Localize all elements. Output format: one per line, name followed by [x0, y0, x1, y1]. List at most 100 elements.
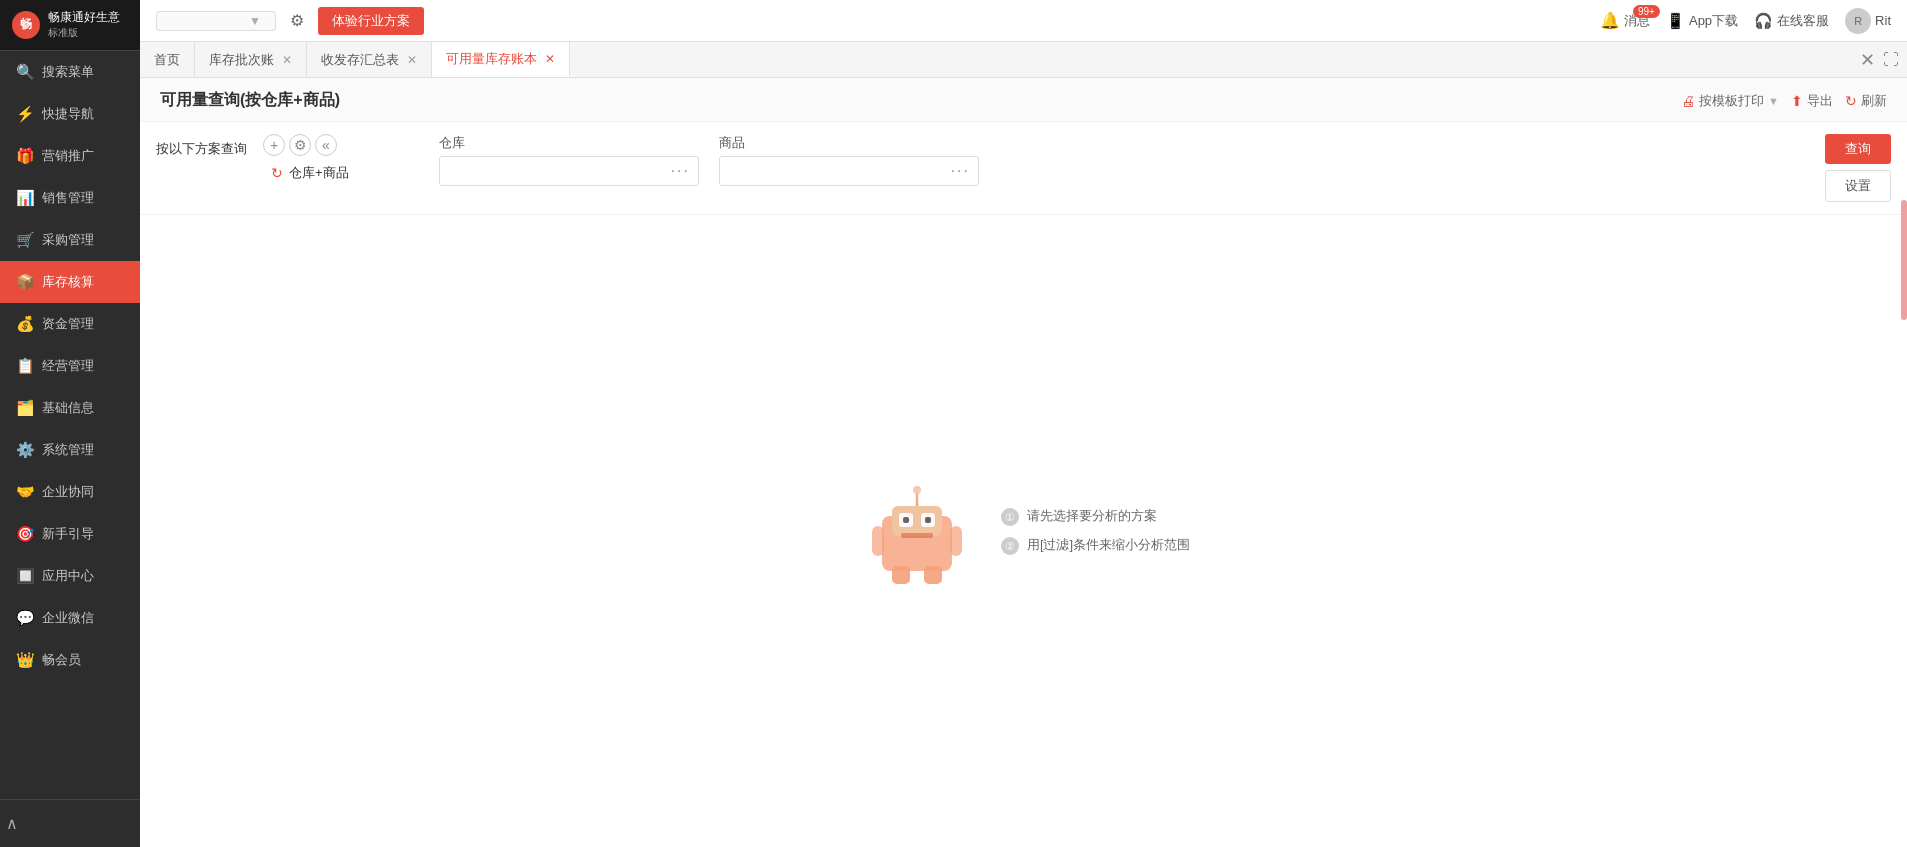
- print-button[interactable]: 🖨 按模板打印 ▼: [1681, 92, 1779, 110]
- app-logo: 畅: [12, 11, 40, 39]
- header-right: 🔔 消息 99+ 📱 App下载 🎧 在线客服 R Rit: [1600, 8, 1891, 34]
- refresh-label: 刷新: [1861, 92, 1887, 110]
- sidebar-item-finance[interactable]: 💰 资金管理: [0, 303, 140, 345]
- product-input[interactable]: [728, 164, 945, 179]
- tab-available-account-close[interactable]: ✕: [545, 52, 555, 66]
- tab-collect-account-close[interactable]: ✕: [407, 53, 417, 67]
- edit-scheme-button[interactable]: ⚙: [289, 134, 311, 156]
- sidebar-item-label: 快捷导航: [42, 105, 94, 123]
- svg-rect-7: [872, 526, 884, 556]
- empty-tip-2: ② 用[过滤]条件来缩小分析范围: [1001, 536, 1190, 555]
- cart-icon: 🛒: [16, 231, 34, 249]
- tab-bar-expand-button[interactable]: ⛶: [1883, 51, 1899, 69]
- add-scheme-button[interactable]: +: [263, 134, 285, 156]
- filter-fields: 仓库 ··· 商品 ···: [439, 134, 1809, 186]
- header-left: ▼ ⚙ 体验行业方案: [156, 7, 424, 35]
- sidebar-item-label: 经营管理: [42, 357, 94, 375]
- industry-solution-button[interactable]: 体验行业方案: [318, 7, 424, 35]
- headset-icon: 🎧: [1754, 12, 1773, 30]
- sidebar-item-search[interactable]: 🔍 搜索菜单: [0, 51, 140, 93]
- tab-batch-account-close[interactable]: ✕: [282, 53, 292, 67]
- tab-collect-account[interactable]: 收发存汇总表 ✕: [307, 42, 432, 77]
- scheme-item-label: 仓库+商品: [289, 164, 349, 182]
- search-icon: 🔍: [16, 63, 34, 81]
- sidebar-item-shortcut[interactable]: ⚡ 快捷导航: [0, 93, 140, 135]
- tab-batch-account[interactable]: 库存批次账 ✕: [195, 42, 307, 77]
- tab-available-account[interactable]: 可用量库存账本 ✕: [432, 42, 570, 77]
- mobile-icon: 📱: [1666, 12, 1685, 30]
- sidebar-item-guide[interactable]: 🎯 新手引导: [0, 513, 140, 555]
- product-more-icon[interactable]: ···: [951, 162, 970, 180]
- filter-schemes: + ⚙ « ↻ 仓库+商品: [263, 134, 423, 186]
- tab-home[interactable]: 首页: [140, 42, 195, 77]
- tab-available-account-label: 可用量库存账本: [446, 50, 537, 68]
- warehouse-field-label: 仓库: [439, 134, 699, 152]
- sidebar-item-purchase[interactable]: 🛒 采购管理: [0, 219, 140, 261]
- user-item[interactable]: R Rit: [1845, 8, 1891, 34]
- tab-bar-close-button[interactable]: ✕: [1860, 49, 1875, 71]
- main-content: ▼ ⚙ 体验行业方案 🔔 消息 99+ 📱 App下载 🎧 在线客服 R: [140, 0, 1907, 847]
- refresh-button[interactable]: ↻ 刷新: [1845, 92, 1887, 110]
- empty-tip-1: ① 请先选择要分析的方案: [1001, 507, 1190, 526]
- sidebar-item-system[interactable]: ⚙️ 系统管理: [0, 429, 140, 471]
- empty-tip-2-text: 用[过滤]条件来缩小分析范围: [1027, 536, 1190, 554]
- sidebar-item-label: 应用中心: [42, 567, 94, 585]
- tab-bar-actions: ✕ ⛶: [1852, 49, 1907, 71]
- apps-icon: 🔲: [16, 567, 34, 585]
- page-title: 可用量查询(按仓库+商品): [160, 90, 340, 111]
- sidebar-item-label: 畅会员: [42, 651, 81, 669]
- sidebar-menu: 🔍 搜索菜单 ⚡ 快捷导航 🎁 营销推广 📊 销售管理 🛒 采购管理 📦 库存核…: [0, 51, 140, 799]
- export-button[interactable]: ⬆ 导出: [1791, 92, 1833, 110]
- refresh-icon: ↻: [1845, 93, 1857, 109]
- print-dropdown-icon: ▼: [1768, 95, 1779, 107]
- product-field: 商品 ···: [719, 134, 979, 186]
- warehouse-more-icon[interactable]: ···: [671, 162, 690, 180]
- sidebar: 畅 畅康通好生意 标准版 🔍 搜索菜单 ⚡ 快捷导航 🎁 营销推广 📊 销售管理…: [0, 0, 140, 847]
- app-download-item[interactable]: 📱 App下载: [1666, 12, 1738, 30]
- warehouse-input[interactable]: [448, 164, 665, 179]
- top-header: ▼ ⚙ 体验行业方案 🔔 消息 99+ 📱 App下载 🎧 在线客服 R: [140, 0, 1907, 42]
- sidebar-item-label: 基础信息: [42, 399, 94, 417]
- sidebar-item-enterprise[interactable]: 🤝 企业协同: [0, 471, 140, 513]
- notification-item[interactable]: 🔔 消息 99+: [1600, 11, 1650, 30]
- settings-icon-btn[interactable]: ⚙: [284, 9, 310, 32]
- app-title: 畅康通好生意: [48, 10, 120, 26]
- target-icon: 🎯: [16, 525, 34, 543]
- tip-num-2: ②: [1001, 537, 1019, 555]
- warehouse-field: 仓库 ···: [439, 134, 699, 186]
- flash-icon: ⚡: [16, 105, 34, 123]
- export-label: 导出: [1807, 92, 1833, 110]
- sidebar-item-label: 采购管理: [42, 231, 94, 249]
- settings-button[interactable]: 设置: [1825, 170, 1891, 202]
- warehouse-input-box[interactable]: ···: [439, 156, 699, 186]
- query-button[interactable]: 查询: [1825, 134, 1891, 164]
- page-title-actions: 🖨 按模板打印 ▼ ⬆ 导出 ↻ 刷新: [1681, 92, 1887, 110]
- sidebar-item-marketing[interactable]: 🎁 营销推广: [0, 135, 140, 177]
- header-search-box[interactable]: ▼: [156, 11, 276, 31]
- collapse-scheme-button[interactable]: «: [315, 134, 337, 156]
- tab-bar: 首页 库存批次账 ✕ 收发存汇总表 ✕ 可用量库存账本 ✕ ✕ ⛶: [140, 42, 1907, 78]
- sidebar-item-basic[interactable]: 🗂️ 基础信息: [0, 387, 140, 429]
- search-input[interactable]: [165, 14, 245, 28]
- sidebar-item-wechat[interactable]: 💬 企业微信: [0, 597, 140, 639]
- sidebar-item-sales[interactable]: 📊 销售管理: [0, 177, 140, 219]
- page-title-bar: 可用量查询(按仓库+商品) 🖨 按模板打印 ▼ ⬆ 导出 ↻ 刷新: [140, 78, 1907, 122]
- user-name: Rit: [1875, 13, 1891, 28]
- filter-scheme-header: + ⚙ «: [263, 134, 423, 156]
- report-icon: 📋: [16, 357, 34, 375]
- sidebar-item-member[interactable]: 👑 畅会员: [0, 639, 140, 681]
- sidebar-item-label: 销售管理: [42, 189, 94, 207]
- sidebar-scroll-up[interactable]: ∧: [0, 808, 24, 839]
- sidebar-item-inventory[interactable]: 📦 库存核算: [0, 261, 140, 303]
- customer-service-item[interactable]: 🎧 在线客服: [1754, 12, 1829, 30]
- gear-icon: ⚙️: [16, 441, 34, 459]
- product-input-box[interactable]: ···: [719, 156, 979, 186]
- sidebar-item-operation[interactable]: 📋 经营管理: [0, 345, 140, 387]
- app-download-label: App下载: [1689, 12, 1738, 30]
- sidebar-item-apps[interactable]: 🔲 应用中心: [0, 555, 140, 597]
- svg-rect-6: [901, 533, 933, 538]
- sidebar-item-label: 系统管理: [42, 441, 94, 459]
- right-scrollbar: [1901, 200, 1907, 320]
- scheme-item-warehouse-product[interactable]: ↻ 仓库+商品: [263, 160, 423, 186]
- svg-rect-9: [892, 566, 910, 584]
